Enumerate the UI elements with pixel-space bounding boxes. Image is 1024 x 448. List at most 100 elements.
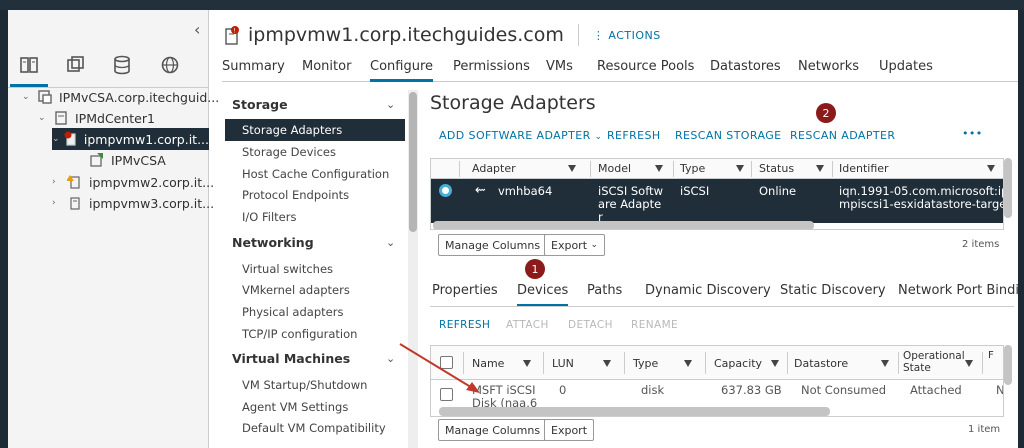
chevron-down-icon[interactable]: ⌄	[52, 134, 63, 144]
column-model[interactable]: Model	[598, 162, 631, 175]
collapse-chevron-icon[interactable]: ‹	[194, 20, 200, 39]
chevron-up-icon[interactable]: ⌄	[386, 236, 395, 249]
chevron-up-icon[interactable]: ⌄	[386, 352, 395, 365]
manage-columns-button[interactable]: Manage Columns	[438, 234, 548, 256]
table-row[interactable]: ⇜ vmhba64 iSCSI Softw are Adapte r iSCSI O…	[431, 179, 1003, 224]
menu-item-tcpip-configuration[interactable]: TCP/IP configuration	[242, 327, 357, 341]
tree-item-host-ipmpvmw3[interactable]: › ipmpvmw3.corp.it...	[52, 192, 214, 214]
menu-item-protocol-endpoints[interactable]: Protocol Endpoints	[242, 188, 349, 202]
networking-globe-icon[interactable]	[159, 54, 181, 76]
filter-icon[interactable]	[523, 360, 531, 367]
vertical-scrollbar[interactable]	[1004, 158, 1012, 218]
rename-button[interactable]: RENAME	[631, 319, 678, 331]
column-adapter[interactable]: Adapter	[472, 162, 516, 175]
row-radio[interactable]	[439, 184, 452, 197]
filter-icon[interactable]	[771, 360, 779, 367]
column-capacity[interactable]: Capacity	[714, 357, 762, 370]
menu-item-virtual-switches[interactable]: Virtual switches	[242, 262, 333, 276]
column-truncated[interactable]: F	[988, 350, 994, 361]
chevron-down-icon[interactable]: ⌄	[22, 92, 36, 102]
table-row[interactable]: MSFT iSCSI Disk (naa.6 0 disk 637.83 GB N…	[431, 380, 1004, 410]
column-divider	[982, 352, 983, 374]
tree-item-host-ipmpvmw2[interactable]: › ipmpvmw2.corp.it...	[52, 171, 214, 193]
menu-section-virtual-machines[interactable]: Virtual Machines	[232, 351, 350, 366]
menu-item-storage-adapters[interactable]: Storage Adapters	[242, 123, 342, 137]
cell-truncated: N	[996, 383, 1004, 397]
actions-menu-button[interactable]: ⋮ ACTIONS	[593, 29, 661, 42]
vms-templates-icon[interactable]	[65, 54, 87, 76]
column-type[interactable]: Type	[633, 357, 658, 370]
tree-item-host-ipmpvmw1[interactable]: ⌄ ipmpvmw1.corp.it...	[52, 128, 209, 150]
chevron-right-icon[interactable]: ›	[52, 177, 66, 187]
menu-item-vmkernel-adapters[interactable]: VMkernel adapters	[242, 283, 350, 297]
chevron-up-icon[interactable]: ⌄	[386, 98, 395, 111]
chevron-down-icon[interactable]: ⌄	[38, 113, 52, 123]
tree-item-vm-ipmvcsa[interactable]: IPMvCSA	[88, 149, 166, 171]
rescan-storage-button[interactable]: RESCAN STORAGE	[675, 129, 781, 142]
rescan-adapter-button[interactable]: RESCAN ADAPTER	[790, 129, 895, 142]
horizontal-scrollbar[interactable]	[433, 221, 814, 229]
tab-datastores[interactable]: Datastores	[710, 59, 781, 74]
tab-permissions[interactable]: Permissions	[453, 59, 530, 74]
menu-item-storage-devices[interactable]: Storage Devices	[242, 145, 336, 159]
inventory-navigator: ‹ ⌄ IPMvCSA.corp.itechguid... ⌄ IPMdCent…	[8, 10, 219, 448]
export-button[interactable]: Export ⌄	[544, 234, 606, 256]
tree-item-datacenter[interactable]: ⌄ IPMdCenter1	[38, 107, 155, 129]
filter-icon[interactable]	[568, 165, 576, 172]
tree-item-vcenter[interactable]: ⌄ IPMvCSA.corp.itechguid...	[22, 86, 219, 108]
devices-refresh-button[interactable]: REFRESH	[439, 319, 490, 331]
filter-icon[interactable]	[736, 165, 744, 172]
filter-icon[interactable]	[603, 360, 611, 367]
filter-icon[interactable]	[881, 360, 889, 367]
tab-vms[interactable]: VMs	[546, 59, 573, 74]
tab-updates[interactable]: Updates	[879, 59, 933, 74]
menu-item-agent-vm-settings[interactable]: Agent VM Settings	[242, 400, 348, 414]
menu-item-physical-adapters[interactable]: Physical adapters	[242, 305, 343, 319]
column-operational-state[interactable]: Operational State	[903, 350, 965, 374]
more-actions-button[interactable]: •••	[962, 127, 983, 140]
filter-icon[interactable]	[655, 165, 663, 172]
filter-icon[interactable]	[965, 360, 973, 367]
filter-icon[interactable]	[987, 165, 995, 172]
column-divider	[590, 161, 591, 177]
column-type[interactable]: Type	[680, 162, 705, 175]
subtab-devices[interactable]: Devices	[517, 283, 569, 307]
header-text: Operational	[903, 350, 965, 362]
filter-icon[interactable]	[684, 360, 692, 367]
column-lun[interactable]: LUN	[552, 357, 574, 370]
tab-monitor[interactable]: Monitor	[302, 59, 351, 74]
column-status[interactable]: Status	[759, 162, 794, 175]
column-identifier[interactable]: Identifier	[839, 162, 889, 175]
menu-item-vm-startup-shutdown[interactable]: VM Startup/Shutdown	[242, 378, 367, 392]
filter-icon[interactable]	[816, 165, 824, 172]
menu-section-networking[interactable]: Networking	[232, 235, 314, 250]
tab-resource-pools[interactable]: Resource Pools	[597, 59, 694, 74]
detach-button[interactable]: DETACH	[568, 319, 613, 331]
menu-item-default-vm-compatibility[interactable]: Default VM Compatibility	[242, 421, 386, 435]
tab-networks[interactable]: Networks	[798, 59, 859, 74]
subtab-network-port-binding[interactable]: Network Port Bindi	[898, 283, 1019, 298]
vertical-scrollbar[interactable]	[1004, 345, 1012, 385]
menu-section-storage[interactable]: Storage	[232, 97, 288, 112]
menu-item-host-cache[interactable]: Host Cache Configuration	[242, 167, 389, 181]
vcenter-icon	[36, 89, 54, 105]
subtab-static-discovery[interactable]: Static Discovery	[780, 283, 886, 298]
subtab-dynamic-discovery[interactable]: Dynamic Discovery	[645, 283, 771, 298]
manage-columns-button[interactable]: Manage Columns	[438, 419, 548, 441]
add-software-adapter-button[interactable]: ADD SOFTWARE ADAPTER ⌄	[439, 129, 602, 142]
horizontal-scrollbar[interactable]	[439, 407, 830, 416]
storage-database-icon[interactable]	[111, 54, 133, 76]
attach-button[interactable]: ATTACH	[506, 319, 549, 331]
hosts-clusters-icon[interactable]	[10, 54, 48, 87]
subtab-properties[interactable]: Properties	[432, 283, 498, 298]
menu-item-io-filters[interactable]: I/O Filters	[242, 210, 296, 224]
chevron-right-icon[interactable]: ›	[52, 198, 66, 208]
scrollbar-thumb[interactable]	[409, 92, 417, 232]
subtab-paths[interactable]: Paths	[587, 283, 622, 298]
refresh-button[interactable]: REFRESH	[607, 129, 661, 142]
tab-configure[interactable]: Configure	[370, 59, 434, 82]
header-text: State	[903, 362, 931, 374]
tab-summary[interactable]: Summary	[222, 59, 285, 74]
export-button[interactable]: Export	[544, 419, 595, 441]
column-datastore[interactable]: Datastore	[794, 357, 848, 370]
